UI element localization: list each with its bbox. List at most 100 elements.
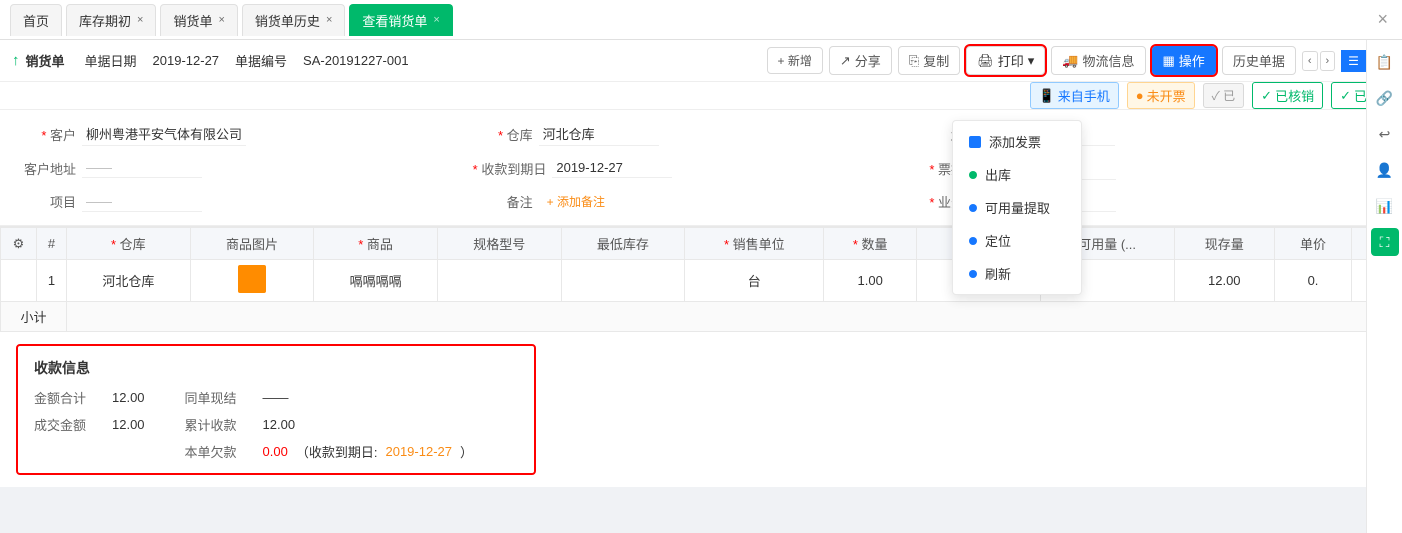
td-image xyxy=(190,260,314,302)
confirm-button[interactable]: ✓ 已 xyxy=(1203,83,1245,108)
payment-title: 收款信息 xyxy=(34,358,518,378)
th-price: 单价 xyxy=(1274,228,1351,260)
form-row-2: 客户地址 —— 收款到期日 2019-12-27 票据类型 不开票 xyxy=(16,156,1386,180)
payment-date-value[interactable]: 2019-12-27 xyxy=(552,158,672,178)
not-open-button[interactable]: ● 未开票 xyxy=(1127,82,1195,109)
subtotal-row: 小计 xyxy=(1,302,1402,332)
cumulative-row: 累计收款 12.00 xyxy=(185,415,473,434)
payment-date-field: 收款到期日 2019-12-27 xyxy=(473,158,930,178)
form-toolbar: ↑ 销货单 单据日期 2019-12-27 单据编号 SA-20191227-0… xyxy=(0,40,1402,82)
share-button[interactable]: ↗ 分享 xyxy=(829,46,892,75)
th-warehouse: 仓库 xyxy=(67,228,191,260)
dropdown-available-pickup[interactable]: 可用量提取 xyxy=(953,191,1081,224)
form-fields: 客户 柳州粤港平安气体有限公司 仓库 河北仓库 业务员 演示账号 客户地址 ——… xyxy=(0,110,1402,226)
table-row: 1 河北仓库 嗝嗝嗝嗝 台 1.00 1台 12.00 0. xyxy=(1,260,1402,302)
form-title-area: ↑ 销货单 xyxy=(12,51,65,70)
dropdown-outbound[interactable]: 出库 xyxy=(953,158,1081,191)
sidebar-icon-chart[interactable]: 📊 xyxy=(1371,192,1399,220)
tab-sales-history-label: 销货单历史 xyxy=(255,11,320,30)
deal-value: 12.00 xyxy=(112,417,145,432)
due-note: （收款到期日: xyxy=(296,442,378,461)
form-toolbar2: 📱 来自手机 ● 未开票 ✓ 已 ✓ 已核销 ✓ 已生效 xyxy=(0,82,1402,110)
dropdown-locate[interactable]: 定位 xyxy=(953,224,1081,257)
sidebar-icon-expand[interactable]: ⛶ xyxy=(1371,228,1399,256)
tab-home[interactable]: 首页 xyxy=(10,4,62,36)
copy-button[interactable]: ⎘ 复制 xyxy=(898,46,960,75)
add-note-button[interactable]: + 添加备注 xyxy=(539,190,613,213)
not-open-label: 未开票 xyxy=(1147,86,1186,105)
th-unit: 销售单位 xyxy=(685,228,824,260)
operate-dropdown: 添加发票 出库 可用量提取 定位 刷新 xyxy=(952,120,1082,295)
payment-rows: 金额合计 12.00 成交金额 12.00 同单现结 —— 累计收款 xyxy=(34,388,518,461)
deal-row: 成交金额 12.00 xyxy=(34,415,145,434)
effect-check-icon: ✓ xyxy=(1340,88,1351,104)
settlement-label: 同单现结 xyxy=(185,388,255,407)
tab-sales-history-close[interactable]: × xyxy=(326,14,332,26)
tab-home-label: 首页 xyxy=(23,11,49,30)
locate-icon xyxy=(969,237,977,245)
refresh-icon xyxy=(969,270,977,278)
tab-sales[interactable]: 销货单 × xyxy=(160,4,237,36)
locate-label: 定位 xyxy=(985,231,1011,250)
print-icon: 🖨 xyxy=(977,53,994,69)
phone-icon: 📱 xyxy=(1039,88,1055,104)
due-note-end: ） xyxy=(460,442,473,461)
sidebar-icon-user[interactable]: 👤 xyxy=(1371,156,1399,184)
tab-sales-history[interactable]: 销货单历史 × xyxy=(242,4,345,36)
history-button[interactable]: 历史单据 xyxy=(1222,46,1296,75)
settlement-value: —— xyxy=(263,390,289,405)
sidebar-icon-document[interactable]: 📋 xyxy=(1371,48,1399,76)
from-phone-button[interactable]: 📱 来自手机 xyxy=(1030,82,1119,109)
print-button[interactable]: 🖨 打印 ▾ xyxy=(966,46,1045,75)
number-label: 单据编号 xyxy=(235,51,287,70)
customer-value[interactable]: 柳州粤港平安气体有限公司 xyxy=(82,122,246,146)
logistics-button[interactable]: 🚚 物流信息 xyxy=(1051,46,1145,75)
sales-table: ⚙ # 仓库 商品图片 商品 规格型号 最低库存 销售单位 数量 包装数量 可用… xyxy=(0,227,1402,332)
sidebar-icon-undo[interactable]: ↩ xyxy=(1371,120,1399,148)
tab-inventory-close[interactable]: × xyxy=(137,14,143,26)
prev-button[interactable]: ‹ xyxy=(1302,51,1318,71)
right-sidebar: 📋 🔗 ↩ 👤 📊 ⛶ xyxy=(1366,40,1402,533)
next-button[interactable]: › xyxy=(1320,51,1336,71)
share-icon: ↗ xyxy=(840,53,851,69)
tab-view-sales-close[interactable]: × xyxy=(433,14,439,26)
sidebar-icon-link[interactable]: 🔗 xyxy=(1371,84,1399,112)
th-num: # xyxy=(37,228,67,260)
not-open-dot: ● xyxy=(1136,88,1144,103)
th-product: 商品 xyxy=(314,228,438,260)
payment-col-left: 金额合计 12.00 成交金额 12.00 xyxy=(34,388,145,461)
outbound-icon xyxy=(969,171,977,179)
list-view-button[interactable]: ☰ xyxy=(1341,50,1366,72)
outbound-label: 出库 xyxy=(985,165,1011,184)
dropdown-refresh[interactable]: 刷新 xyxy=(953,257,1081,290)
tab-sales-close[interactable]: × xyxy=(218,14,224,26)
history-label: 历史单据 xyxy=(1233,51,1285,70)
deal-label: 成交金额 xyxy=(34,415,104,434)
dropdown-add-invoice[interactable]: 添加发票 xyxy=(953,125,1081,158)
th-stock: 现存量 xyxy=(1174,228,1274,260)
operate-label: 操作 xyxy=(1179,51,1205,70)
copy-icon: ⎘ xyxy=(909,53,919,69)
refresh-label: 刷新 xyxy=(985,264,1011,283)
form-title-text: 销货单 xyxy=(26,51,65,70)
td-min-stock xyxy=(561,260,685,302)
sold-label: 已核销 xyxy=(1275,86,1314,105)
th-gear: ⚙ xyxy=(1,228,37,260)
logistics-label: 物流信息 xyxy=(1082,51,1134,70)
warehouse-label: 仓库 xyxy=(473,125,533,144)
operate-button[interactable]: ▦ 操作 xyxy=(1152,46,1216,75)
warehouse-value[interactable]: 河北仓库 xyxy=(539,122,659,146)
td-gear xyxy=(1,260,37,302)
window-close-button[interactable]: × xyxy=(1373,5,1392,34)
address-value[interactable]: —— xyxy=(82,158,202,178)
th-min-stock: 最低库存 xyxy=(561,228,685,260)
new-button[interactable]: + 新增 xyxy=(767,47,823,74)
td-warehouse: 河北仓库 xyxy=(67,260,191,302)
print-label: 打印 xyxy=(998,51,1024,70)
add-invoice-label: 添加发票 xyxy=(989,132,1041,151)
tab-inventory[interactable]: 库存期初 × xyxy=(66,4,156,36)
project-value[interactable]: —— xyxy=(82,192,202,212)
tab-view-sales[interactable]: 查看销货单 × xyxy=(349,4,452,36)
share-label: 分享 xyxy=(855,51,881,70)
sold-button[interactable]: ✓ 已核销 xyxy=(1252,82,1323,109)
